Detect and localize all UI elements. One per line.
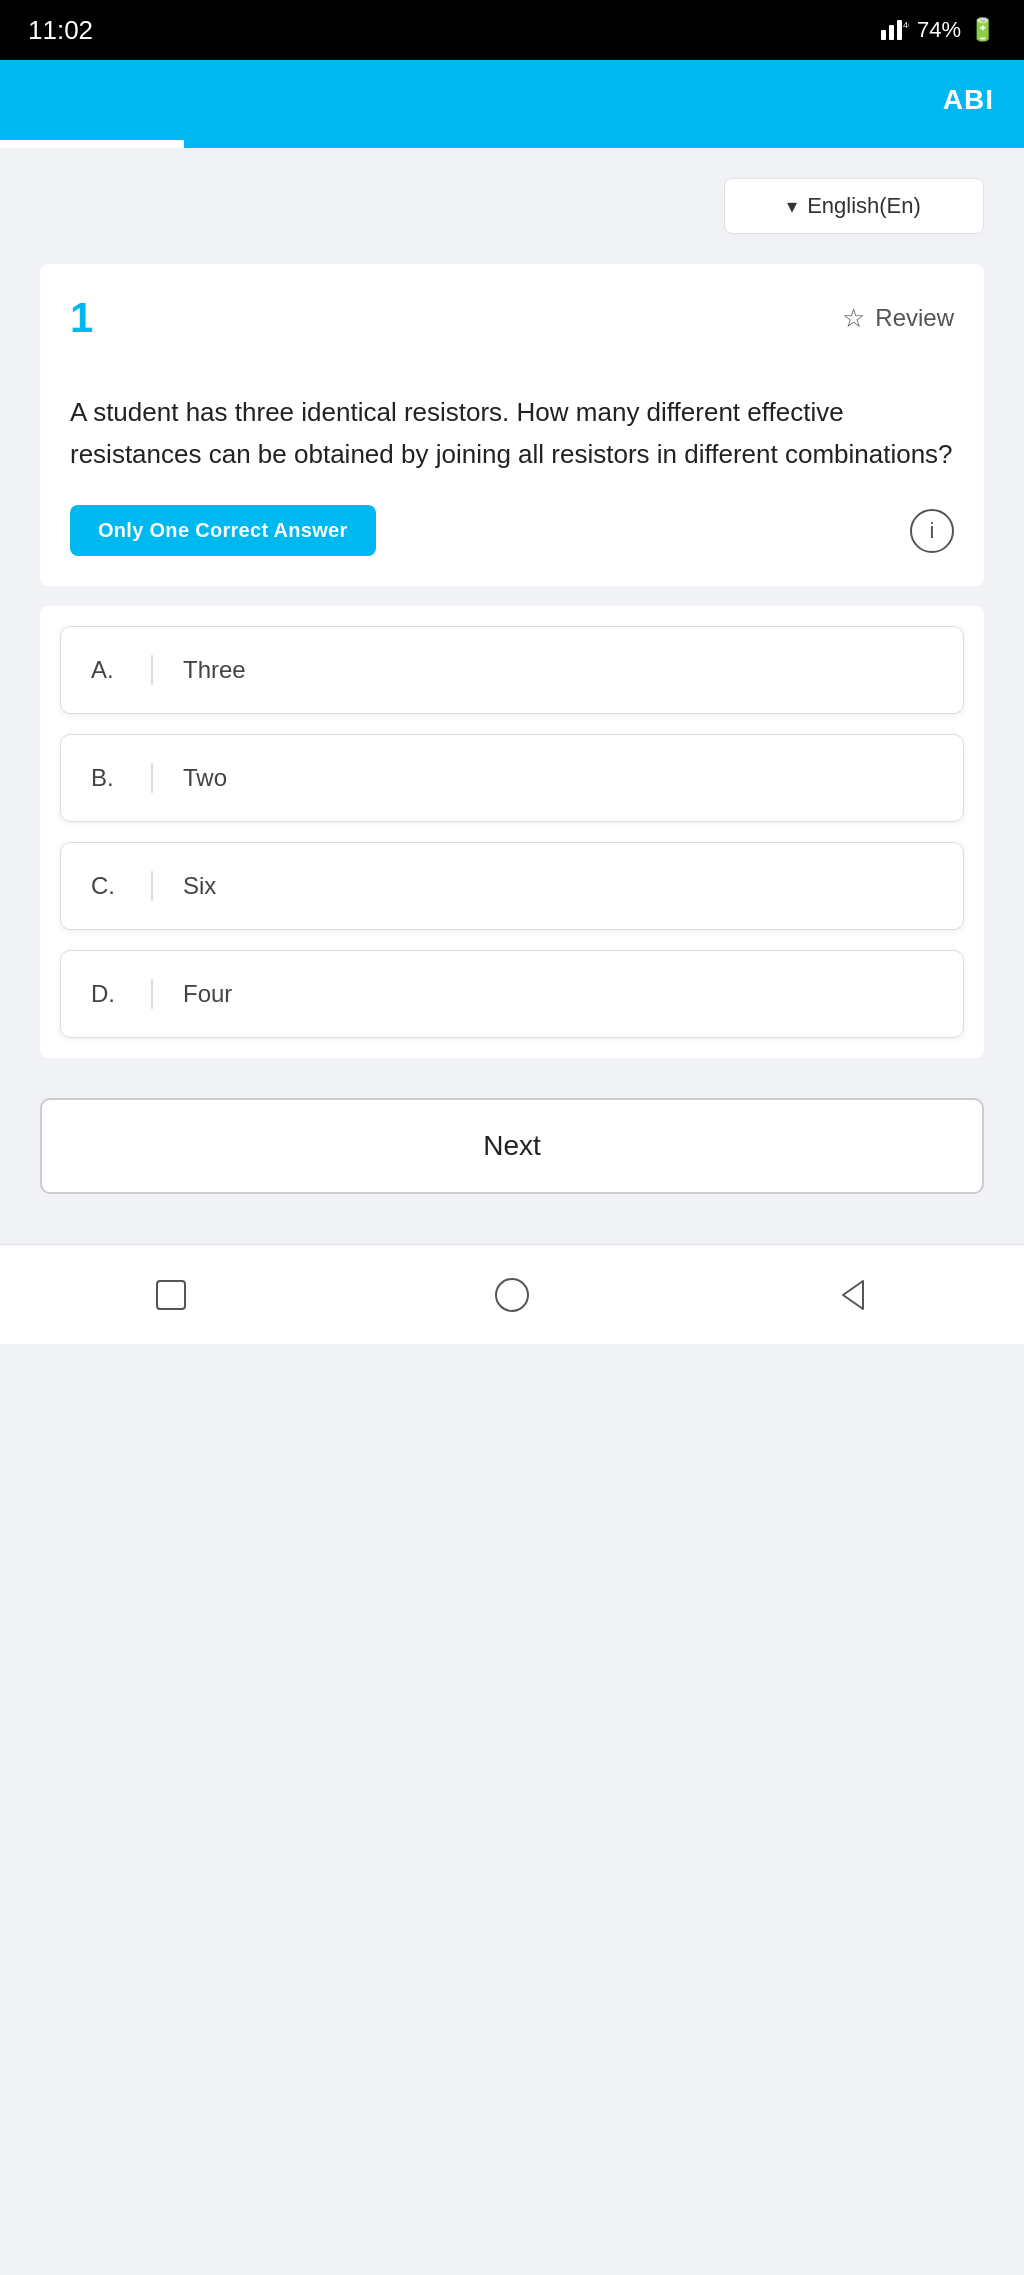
- svg-rect-0: [881, 30, 886, 40]
- nav-home-button[interactable]: [149, 1273, 193, 1317]
- option-b-divider: [151, 763, 153, 793]
- badge-row: Only One Correct Answer i: [70, 505, 954, 556]
- next-button[interactable]: Next: [40, 1098, 984, 1194]
- full-content: ▾ English(En) 1 ☆ Review A student has t…: [0, 148, 1024, 2198]
- option-b[interactable]: B. Two: [60, 734, 964, 822]
- svg-text:4G: 4G: [903, 20, 909, 30]
- app-bar: ABI: [0, 60, 1024, 140]
- option-a-text: Three: [183, 656, 246, 684]
- review-button[interactable]: ☆ Review: [842, 303, 954, 334]
- option-d-divider: [151, 979, 153, 1009]
- signal-icon: 4G: [881, 16, 909, 45]
- nav-back-button[interactable]: [831, 1273, 875, 1317]
- language-selector[interactable]: ▾ English(En): [724, 178, 984, 234]
- nav-circle-button[interactable]: [490, 1273, 534, 1317]
- question-number: 1: [70, 294, 93, 342]
- question-text: A student has three identical resistors.…: [70, 392, 954, 475]
- status-icons: 4G 74% 🔋: [881, 16, 996, 45]
- option-d[interactable]: D. Four: [60, 950, 964, 1038]
- option-c-letter: C.: [91, 872, 121, 900]
- progress-bar-fill: [0, 140, 184, 148]
- review-label: Review: [875, 304, 954, 332]
- progress-bar-container: [0, 140, 1024, 148]
- option-a-divider: [151, 655, 153, 685]
- question-card: 1 ☆ Review A student has three identical…: [40, 264, 984, 586]
- option-c-text: Six: [183, 872, 216, 900]
- star-icon: ☆: [842, 303, 865, 334]
- status-time: 11:02: [28, 15, 93, 46]
- svg-point-5: [496, 1279, 528, 1311]
- option-c-divider: [151, 871, 153, 901]
- status-bar: 11:02 4G 74% 🔋: [0, 0, 1024, 60]
- option-a[interactable]: A. Three: [60, 626, 964, 714]
- language-selector-row: ▾ English(En): [40, 178, 984, 234]
- chevron-down-icon: ▾: [787, 194, 797, 218]
- info-icon-label: i: [930, 518, 935, 544]
- svg-rect-4: [157, 1281, 185, 1309]
- option-b-text: Two: [183, 764, 227, 792]
- svg-rect-1: [889, 25, 894, 40]
- svg-marker-6: [843, 1281, 863, 1309]
- battery-icon: 🔋: [969, 17, 996, 43]
- app-bar-title: ABI: [943, 84, 994, 116]
- option-d-letter: D.: [91, 980, 121, 1008]
- bottom-navigation: [0, 1244, 1024, 1344]
- option-a-letter: A.: [91, 656, 121, 684]
- content-area: ▾ English(En) 1 ☆ Review A student has t…: [0, 148, 1024, 1224]
- language-label: English(En): [807, 193, 921, 219]
- next-button-container: Next: [40, 1078, 984, 1194]
- svg-rect-2: [897, 20, 902, 40]
- option-c[interactable]: C. Six: [60, 842, 964, 930]
- option-d-text: Four: [183, 980, 232, 1008]
- info-icon[interactable]: i: [910, 509, 954, 553]
- option-b-letter: B.: [91, 764, 121, 792]
- answer-type-badge: Only One Correct Answer: [70, 505, 376, 556]
- options-container: A. Three B. Two C. Six D. Four: [40, 606, 984, 1058]
- battery-percentage: 74%: [917, 17, 961, 43]
- question-header: 1 ☆ Review: [70, 294, 954, 362]
